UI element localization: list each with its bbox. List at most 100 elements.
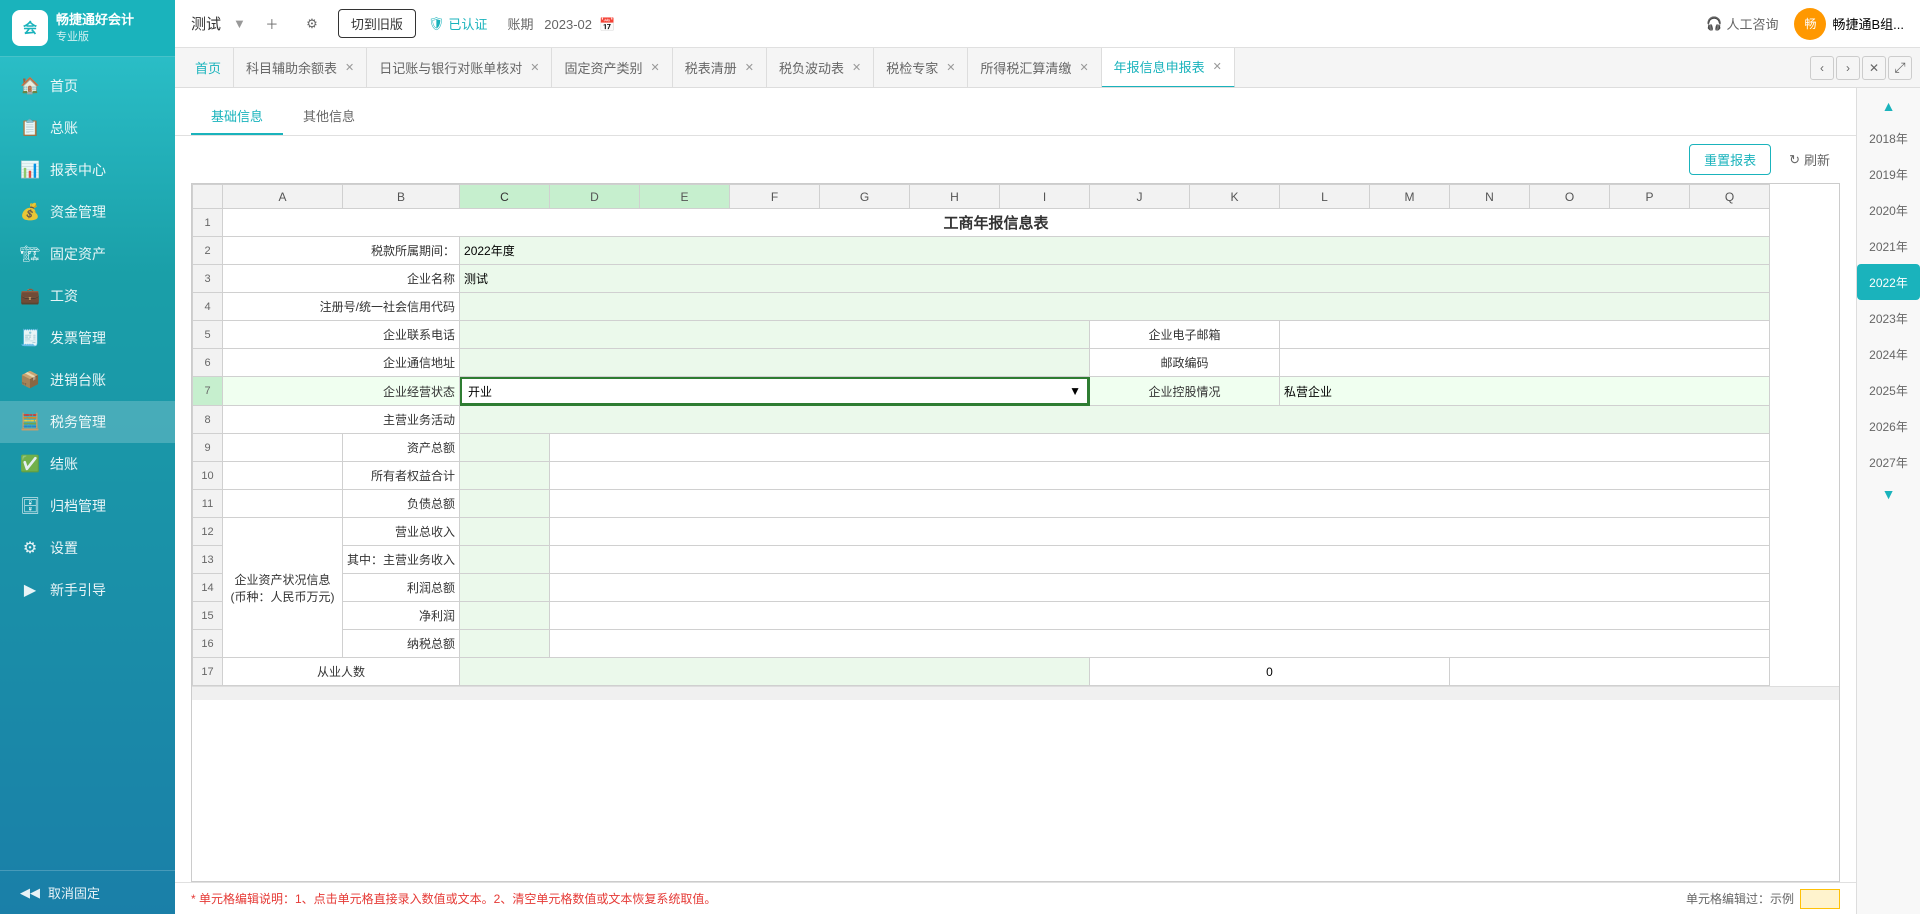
col-header-d[interactable]: D	[550, 185, 640, 209]
cell-5-value[interactable]	[460, 321, 1090, 349]
table-row: 6 企业通信地址 邮政编码	[193, 349, 1770, 377]
sidebar-item-fund[interactable]: 💰 资金管理	[0, 191, 175, 233]
year-2020[interactable]: 2020年	[1857, 192, 1920, 228]
cell-4-value[interactable]	[460, 293, 1770, 321]
cell-17-value[interactable]	[460, 658, 1090, 686]
col-header-p[interactable]: P	[1610, 185, 1690, 209]
tab-bank[interactable]: 日记账与银行对账单核对 ✕	[367, 48, 552, 88]
service-btn[interactable]: 🎧 人工咨询	[1706, 14, 1778, 33]
cell-15-value[interactable]	[460, 602, 550, 630]
dropdown-cell[interactable]: 开业 ▼	[460, 377, 1089, 405]
cell-9-value[interactable]	[460, 434, 550, 462]
col-header-k[interactable]: K	[1190, 185, 1280, 209]
cell-16-value[interactable]	[460, 630, 550, 658]
tabbar-close-all-btn[interactable]: ✕	[1862, 56, 1886, 80]
cell-6-value[interactable]	[460, 349, 1090, 377]
sidebar-item-guide[interactable]: ▶ 新手引导	[0, 569, 175, 611]
sidebar-item-inventory[interactable]: 📦 进销台账	[0, 359, 175, 401]
tab-income-tax[interactable]: 所得税汇算清缴 ✕	[968, 48, 1101, 88]
tab-fixed-asset[interactable]: 固定资产类别 ✕	[552, 48, 672, 88]
sidebar-item-tax[interactable]: 🧮 税务管理	[0, 401, 175, 443]
tab-bank-close[interactable]: ✕	[530, 61, 539, 74]
tab-tax-expert[interactable]: 税检专家 ✕	[874, 48, 968, 88]
year-scroll-up-btn[interactable]: ▲	[1857, 92, 1920, 120]
cell-7-dropdown[interactable]: 开业 ▼	[460, 377, 1090, 406]
cell-3-value[interactable]: 测试	[460, 265, 1770, 293]
tab-annual-report[interactable]: 年报信息申报表 ✕	[1102, 48, 1235, 88]
cell-6-right-value[interactable]	[1280, 349, 1770, 377]
sidebar-item-close[interactable]: ✅ 结账	[0, 443, 175, 485]
tab-tax-list-close[interactable]: ✕	[745, 61, 754, 74]
col-header-j[interactable]: J	[1090, 185, 1190, 209]
tabbar-expand-btn[interactable]: ⤢	[1888, 56, 1912, 80]
refresh-btn[interactable]: ↻ 刷新	[1779, 145, 1840, 174]
sidebar-item-invoice[interactable]: 🧾 发票管理	[0, 317, 175, 359]
topbar-add-btn[interactable]: ＋	[258, 10, 286, 38]
cell-12-value[interactable]	[460, 518, 550, 546]
cell-14-value[interactable]	[460, 574, 550, 602]
tab-subject[interactable]: 科目辅助余额表 ✕	[234, 48, 367, 88]
cell-5-right-value[interactable]	[1280, 321, 1770, 349]
col-header-g[interactable]: G	[820, 185, 910, 209]
horizontal-scrollbar[interactable]	[192, 686, 1839, 700]
col-header-b[interactable]: B	[343, 185, 460, 209]
year-scroll-down-btn[interactable]: ▼	[1857, 480, 1920, 508]
subtab-other[interactable]: 其他信息	[283, 98, 375, 135]
topbar-dropdown-arrow[interactable]: ▼	[233, 16, 246, 31]
spreadsheet-wrapper[interactable]: A B C D E F G H I J K L	[191, 183, 1840, 882]
col-header-f[interactable]: F	[730, 185, 820, 209]
tab-income-tax-close[interactable]: ✕	[1079, 61, 1088, 74]
col-header-a[interactable]: A	[223, 185, 343, 209]
col-header-o[interactable]: O	[1530, 185, 1610, 209]
tab-tax-wave[interactable]: 税负波动表 ✕	[767, 48, 874, 88]
table-row: 5 企业联系电话 企业电子邮箱	[193, 321, 1770, 349]
tab-home[interactable]: 首页	[183, 48, 234, 88]
year-2019[interactable]: 2019年	[1857, 156, 1920, 192]
year-2023[interactable]: 2023年	[1857, 300, 1920, 336]
year-2027[interactable]: 2027年	[1857, 444, 1920, 480]
year-2025[interactable]: 2025年	[1857, 372, 1920, 408]
sidebar-item-salary[interactable]: 💼 工资	[0, 275, 175, 317]
tab-tax-wave-close[interactable]: ✕	[852, 61, 861, 74]
sidebar-unpin[interactable]: ◀◀ 取消固定	[0, 870, 175, 914]
year-2018[interactable]: 2018年	[1857, 120, 1920, 156]
tabbar-next-btn[interactable]: ›	[1836, 56, 1860, 80]
reset-btn[interactable]: 重置报表	[1689, 144, 1771, 175]
tab-tax-list[interactable]: 税表清册 ✕	[673, 48, 767, 88]
col-header-i[interactable]: I	[1000, 185, 1090, 209]
cell-title[interactable]: 工商年报信息表	[223, 209, 1770, 237]
cell-11-value[interactable]	[460, 490, 550, 518]
year-2026[interactable]: 2026年	[1857, 408, 1920, 444]
year-2021[interactable]: 2021年	[1857, 228, 1920, 264]
cell-8-value[interactable]	[460, 406, 1770, 434]
topbar-settings-btn[interactable]: ⚙	[298, 10, 326, 38]
col-header-n[interactable]: N	[1450, 185, 1530, 209]
tab-subject-close[interactable]: ✕	[345, 61, 354, 74]
cell-10-value[interactable]	[460, 462, 550, 490]
tab-annual-report-close[interactable]: ✕	[1213, 60, 1222, 73]
col-header-h[interactable]: H	[910, 185, 1000, 209]
topbar-switch-btn[interactable]: 切到旧版	[338, 9, 416, 38]
year-2024[interactable]: 2024年	[1857, 336, 1920, 372]
user-profile[interactable]: 畅 畅捷通B组...	[1794, 8, 1904, 40]
sidebar-item-home[interactable]: 🏠 首页	[0, 65, 175, 107]
sidebar-item-asset[interactable]: 🏗 固定资产	[0, 233, 175, 275]
subtab-basic[interactable]: 基础信息	[191, 98, 283, 135]
col-header-q[interactable]: Q	[1690, 185, 1770, 209]
sidebar-item-report[interactable]: 📊 报表中心	[0, 149, 175, 191]
col-header-e[interactable]: E	[640, 185, 730, 209]
tabbar-prev-btn[interactable]: ‹	[1810, 56, 1834, 80]
sidebar-item-archive[interactable]: 🗄 归档管理	[0, 485, 175, 527]
year-2022[interactable]: 2022年	[1857, 264, 1920, 300]
sidebar-item-ledger[interactable]: 📋 总账	[0, 107, 175, 149]
cell-13-value[interactable]	[460, 546, 550, 574]
cell-7-right-value[interactable]: 私营企业	[1280, 377, 1770, 406]
col-header-c[interactable]: C	[460, 185, 550, 209]
col-header-l[interactable]: L	[1280, 185, 1370, 209]
tab-tax-expert-close[interactable]: ✕	[946, 61, 955, 74]
cell-12-a: 企业资产状况信息(币种：人民币万元)	[223, 518, 343, 658]
tab-fixed-asset-close[interactable]: ✕	[651, 61, 660, 74]
cell-2-value[interactable]: 2022年度	[460, 237, 1770, 265]
col-header-m[interactable]: M	[1370, 185, 1450, 209]
sidebar-item-settings[interactable]: ⚙ 设置	[0, 527, 175, 569]
